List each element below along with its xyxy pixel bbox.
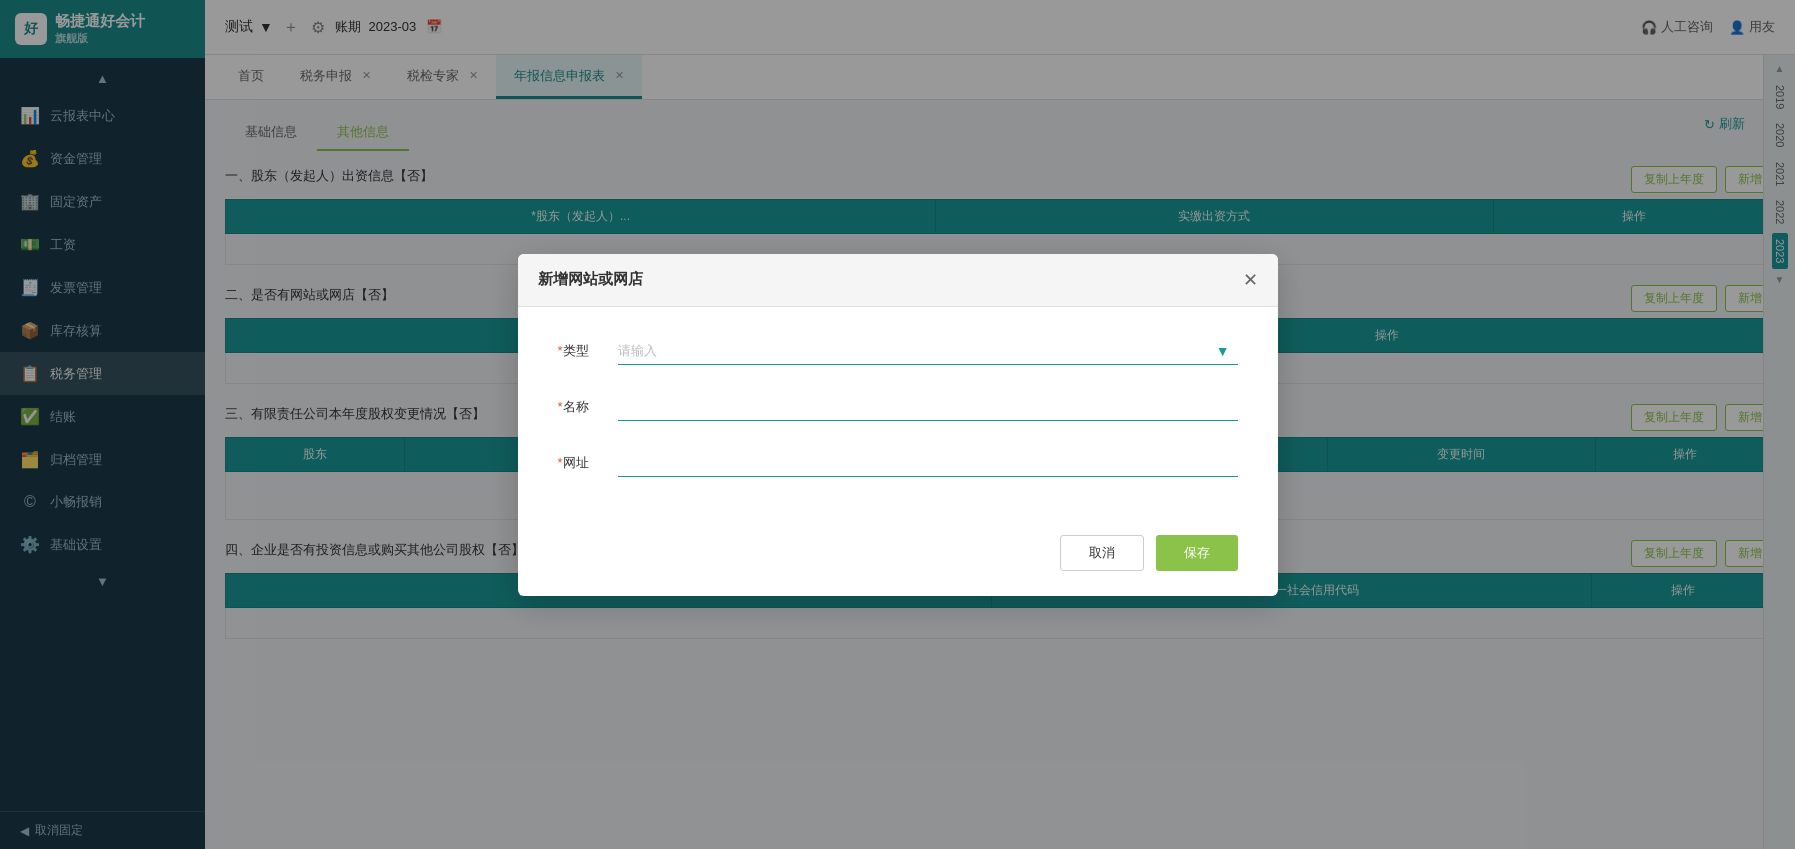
form-row-name: *名称 [558,393,1238,421]
form-row-url: *网址 [558,449,1238,477]
modal-footer: 取消 保存 [518,525,1278,596]
type-input[interactable] [618,337,1238,365]
type-label: *类型 [558,342,618,360]
type-input-wrapper: ▼ [618,337,1238,365]
add-website-modal: 新增网站或网店 ✕ *类型 ▼ *名称 [518,254,1278,596]
url-input[interactable] [618,449,1238,477]
modal-overlay: 新增网站或网店 ✕ *类型 ▼ *名称 [0,0,1795,849]
url-label: *网址 [558,454,618,472]
save-button[interactable]: 保存 [1156,535,1238,571]
url-input-wrapper [618,449,1238,477]
form-row-type: *类型 ▼ [558,337,1238,365]
modal-body: *类型 ▼ *名称 *网址 [518,307,1278,525]
name-input-wrapper [618,393,1238,421]
name-label: *名称 [558,398,618,416]
modal-title: 新增网站或网店 [538,270,643,289]
cancel-button[interactable]: 取消 [1060,535,1144,571]
modal-header: 新增网站或网店 ✕ [518,254,1278,307]
name-input[interactable] [618,393,1238,421]
modal-close-btn[interactable]: ✕ [1243,269,1258,291]
